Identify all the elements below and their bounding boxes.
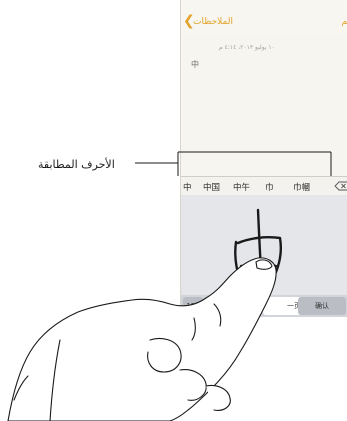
numbers-key[interactable]: 123 [183,297,203,315]
back-button[interactable]: الملاحظات [193,17,233,27]
confirm-key[interactable]: 确认 [298,297,346,315]
candidate-5[interactable]: 巾幗 [293,181,310,193]
globe-icon[interactable] [204,297,220,315]
delete-icon[interactable] [334,181,347,191]
candidate-4[interactable]: 巾 [265,181,274,193]
phone-screen: ❮ الملاحظات تم ١٠ يوليو ٢٠١٣، ٤:١٤ م 中 中… [180,0,347,317]
candidate-3[interactable]: 中午 [233,181,250,193]
stage: ❮ الملاحظات تم ١٠ يوليو ٢٠١٣، ٤:١٤ م 中 中… [0,0,347,421]
keyboard-bottom-row: 123 一页 确认 [181,295,347,317]
done-button[interactable]: تم [342,17,347,27]
candidate-bar: 中 中国 中午 巾 巾幗 [181,176,347,196]
note-date: ١٠ يوليو ٢٠١٣، ٤:١٤ م [219,44,275,51]
candidate-1[interactable]: 中 [183,181,192,193]
candidate-2[interactable]: 中国 [203,181,220,193]
callout-label: الأحرف المطابقة [38,158,115,171]
handwriting-area[interactable] [181,195,347,295]
navigation-bar: ❮ الملاحظات تم [181,0,347,34]
note-body[interactable]: 中 [191,59,199,70]
